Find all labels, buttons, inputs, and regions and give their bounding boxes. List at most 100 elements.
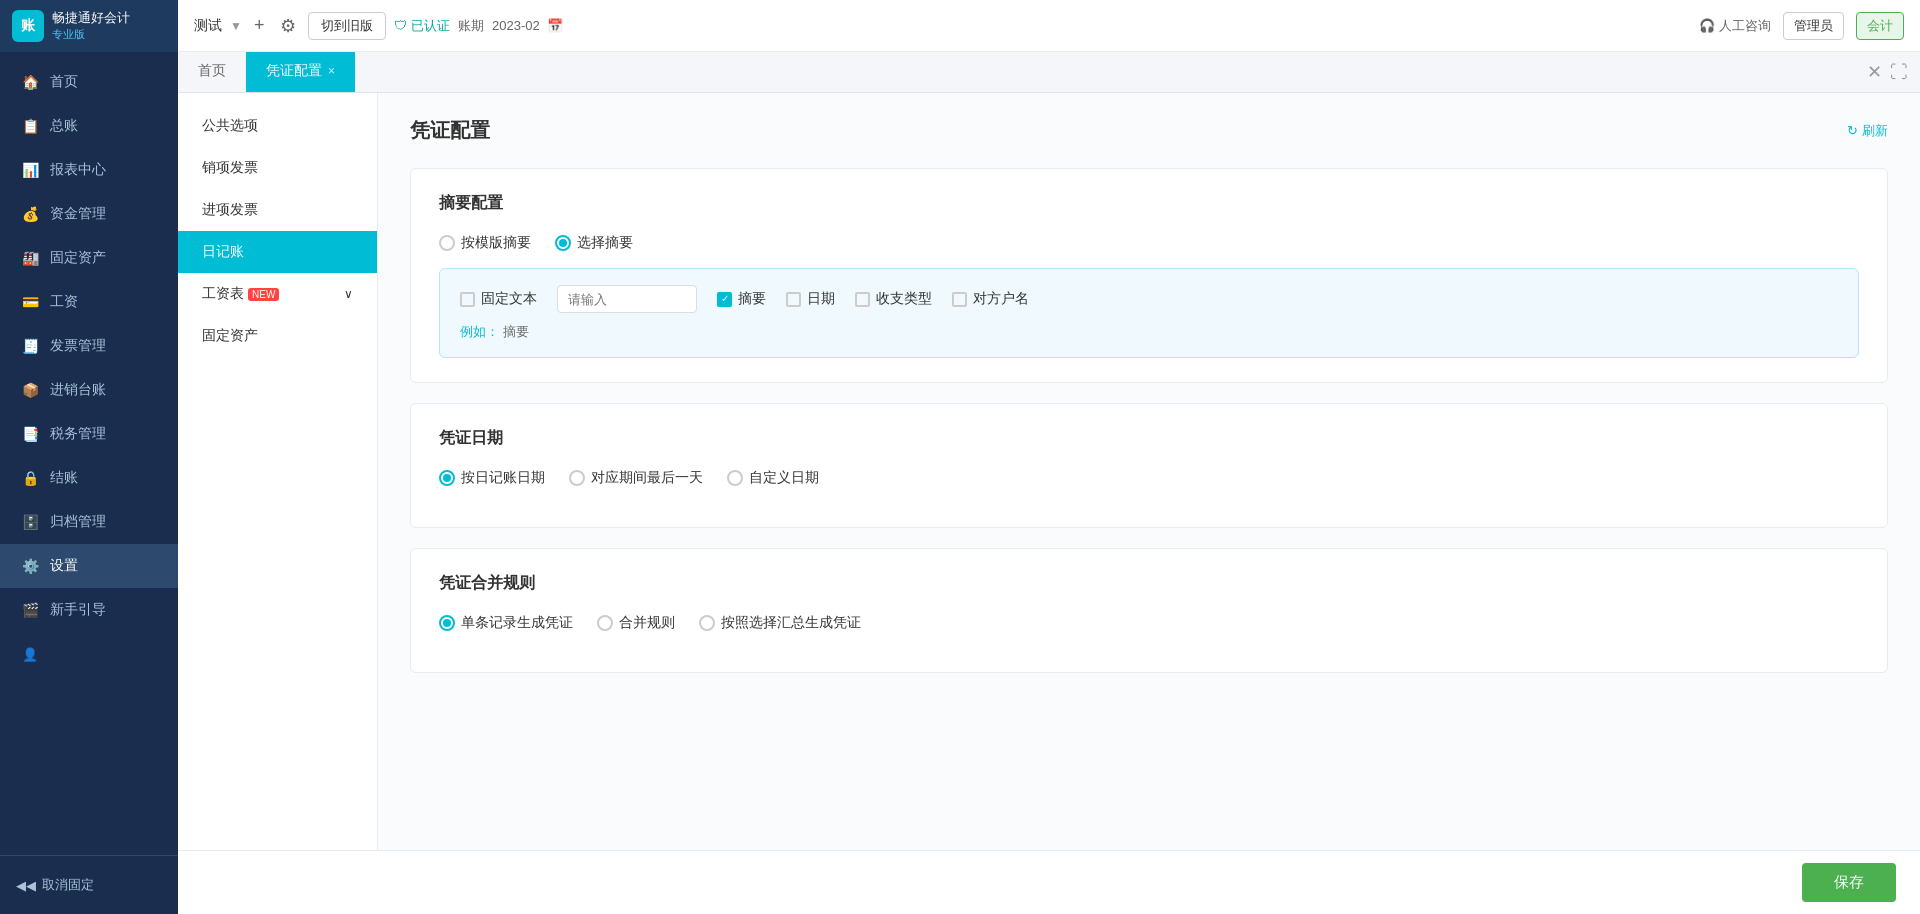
radio-single-record[interactable]: 单条记录生成凭证: [439, 614, 573, 632]
tabs-right: ✕ ⛶: [1867, 61, 1920, 83]
merge-section-title: 凭证合并规则: [439, 573, 1859, 594]
date-section-title: 凭证日期: [439, 428, 1859, 449]
chevron-down-icon: ∨: [344, 287, 353, 301]
radio-template-summary[interactable]: 按模版摘要: [439, 234, 531, 252]
sidebar-nav: 🏠 首页 📋 总账 📊 报表中心 💰 资金管理 🏭 固定资产 💳 工资 🧾 发票…: [0, 52, 178, 855]
menu-item-journal[interactable]: 日记账: [178, 231, 377, 273]
radio-summary-generate-circle: [699, 615, 715, 631]
radio-custom-date[interactable]: 自定义日期: [727, 469, 819, 487]
sidebar-item-more[interactable]: 👤: [0, 632, 178, 676]
sidebar-item-asset[interactable]: 🏭 固定资产: [0, 236, 178, 280]
save-btn[interactable]: 保存: [1802, 863, 1896, 902]
ledger-icon: 📋: [20, 116, 40, 136]
service-btn[interactable]: 🎧 人工咨询: [1699, 17, 1771, 35]
menu-item-payroll-table[interactable]: 工资表NEW ∨: [178, 273, 377, 315]
example-text: 例如： 摘要: [460, 323, 1838, 341]
capital-icon: 💰: [20, 204, 40, 224]
close-panel-btn[interactable]: ✕: [1867, 61, 1882, 83]
logo-icon: 账: [12, 10, 44, 42]
archive-icon: 🗄️: [20, 512, 40, 532]
company-dropdown-icon[interactable]: ▼: [230, 19, 242, 33]
payroll-icon: 💳: [20, 292, 40, 312]
topbar-right: 🎧 人工咨询 管理员 会计: [1699, 12, 1904, 40]
main-panel: 公共选项 销项发票 进项发票 日记账 工资表NEW ∨ 固定资产 凭证配置: [178, 93, 1920, 914]
asset-icon: 🏭: [20, 248, 40, 268]
checkbox-date-box: [786, 292, 801, 307]
checkbox-fixed-text-box: [460, 292, 475, 307]
tabs-bar: 首页 凭证配置 × ✕ ⛶: [178, 52, 1920, 93]
checkbox-fixed-text[interactable]: 固定文本: [460, 290, 537, 308]
cancel-fixed-btn[interactable]: ◀◀ 取消固定: [0, 866, 178, 904]
radio-merge-rules-circle: [597, 615, 613, 631]
menu-item-fixed-asset[interactable]: 固定资产: [178, 315, 377, 357]
tab-home[interactable]: 首页: [178, 52, 246, 92]
expand-panel-btn[interactable]: ⛶: [1890, 62, 1908, 83]
menu-item-purchase-invoice[interactable]: 进项发票: [178, 189, 377, 231]
manager-btn[interactable]: 管理员: [1783, 12, 1844, 40]
checkbox-income-type-box: [855, 292, 870, 307]
tax-icon: 📑: [20, 424, 40, 444]
sidebar-item-payroll[interactable]: 💳 工资: [0, 280, 178, 324]
merge-config-section: 凭证合并规则 单条记录生成凭证 合并规则 按照选择汇总生成凭证: [410, 548, 1888, 673]
radio-period-last[interactable]: 对应期间最后一天: [569, 469, 703, 487]
home-icon: 🏠: [20, 72, 40, 92]
period-label: 账期 2023-02 📅: [458, 17, 563, 35]
new-badge: NEW: [248, 288, 279, 301]
sidebar-item-sales[interactable]: 📦 进销台账: [0, 368, 178, 412]
sidebar-item-invoice[interactable]: 🧾 发票管理: [0, 324, 178, 368]
sidebar-item-close[interactable]: 🔒 结账: [0, 456, 178, 500]
page-title: 凭证配置: [410, 117, 490, 144]
tab-close-icon[interactable]: ×: [328, 64, 335, 78]
radio-journal-date[interactable]: 按日记账日期: [439, 469, 545, 487]
sidebar-item-settings[interactable]: ⚙️ 设置: [0, 544, 178, 588]
refresh-btn[interactable]: ↻ 刷新: [1847, 122, 1888, 140]
switch-version-btn[interactable]: 切到旧版: [308, 12, 386, 40]
fixed-text-input[interactable]: [557, 285, 697, 313]
certified-badge: 🛡 已认证: [394, 17, 450, 35]
sidebar-item-capital[interactable]: 💰 资金管理: [0, 192, 178, 236]
left-arrow-icon: ◀◀: [16, 878, 36, 893]
radio-period-last-circle: [569, 470, 585, 486]
report-icon: 📊: [20, 160, 40, 180]
sidebar-item-tax[interactable]: 📑 税务管理: [0, 412, 178, 456]
accountant-btn[interactable]: 会计: [1856, 12, 1904, 40]
radio-select-summary[interactable]: 选择摘要: [555, 234, 633, 252]
settings-btn[interactable]: ⚙: [276, 11, 300, 41]
menu-item-sales-invoice[interactable]: 销项发票: [178, 147, 377, 189]
refresh-icon: ↻: [1847, 123, 1858, 138]
radio-single-record-circle: [439, 615, 455, 631]
add-company-btn[interactable]: +: [250, 11, 269, 40]
sidebar-item-report[interactable]: 📊 报表中心: [0, 148, 178, 192]
sidebar-item-archive[interactable]: 🗄️ 归档管理: [0, 500, 178, 544]
date-radio-group: 按日记账日期 对应期间最后一天 自定义日期: [439, 469, 1859, 487]
sales-icon: 📦: [20, 380, 40, 400]
summary-options-box: 固定文本 摘要 日期 收支类型: [439, 268, 1859, 358]
sidebar-item-home[interactable]: 🏠 首页: [0, 60, 178, 104]
calendar-icon[interactable]: 📅: [547, 18, 563, 33]
logo-text-group: 畅捷通好会计 专业版: [52, 10, 130, 42]
summary-config-section: 摘要配置 按模版摘要 选择摘要 固定文本: [410, 168, 1888, 383]
tab-voucher-config[interactable]: 凭证配置 ×: [246, 52, 355, 92]
radio-summary-generate[interactable]: 按照选择汇总生成凭证: [699, 614, 861, 632]
topbar-left: 测试 ▼ + ⚙ 切到旧版 🛡 已认证 账期 2023-02 📅: [194, 11, 563, 41]
sidebar: 账 畅捷通好会计 专业版 🏠 首页 📋 总账 📊 报表中心 💰 资金管理 🏭 固…: [0, 0, 178, 914]
menu-item-public[interactable]: 公共选项: [178, 105, 377, 147]
sidebar-logo: 账 畅捷通好会计 专业版: [0, 0, 178, 52]
merge-radio-group: 单条记录生成凭证 合并规则 按照选择汇总生成凭证: [439, 614, 1859, 632]
sidebar-bottom: ◀◀ 取消固定: [0, 855, 178, 914]
checkbox-summary-box: [717, 292, 732, 307]
summary-radio-group: 按模版摘要 选择摘要: [439, 234, 1859, 252]
guide-icon: 🎬: [20, 600, 40, 620]
sidebar-item-ledger[interactable]: 📋 总账: [0, 104, 178, 148]
checkbox-date[interactable]: 日期: [786, 290, 835, 308]
headset-icon: 🎧: [1699, 18, 1715, 33]
settings-icon: ⚙️: [20, 556, 40, 576]
checkbox-counterpart-box: [952, 292, 967, 307]
checkbox-counterpart[interactable]: 对方户名: [952, 290, 1029, 308]
radio-merge-rules[interactable]: 合并规则: [597, 614, 675, 632]
checkbox-income-type[interactable]: 收支类型: [855, 290, 932, 308]
checkbox-summary[interactable]: 摘要: [717, 290, 766, 308]
panel-menu: 公共选项 销项发票 进项发票 日记账 工资表NEW ∨ 固定资产: [178, 93, 378, 914]
topbar: 测试 ▼ + ⚙ 切到旧版 🛡 已认证 账期 2023-02 📅 🎧 人工咨询 …: [178, 0, 1920, 52]
sidebar-item-guide[interactable]: 🎬 新手引导: [0, 588, 178, 632]
